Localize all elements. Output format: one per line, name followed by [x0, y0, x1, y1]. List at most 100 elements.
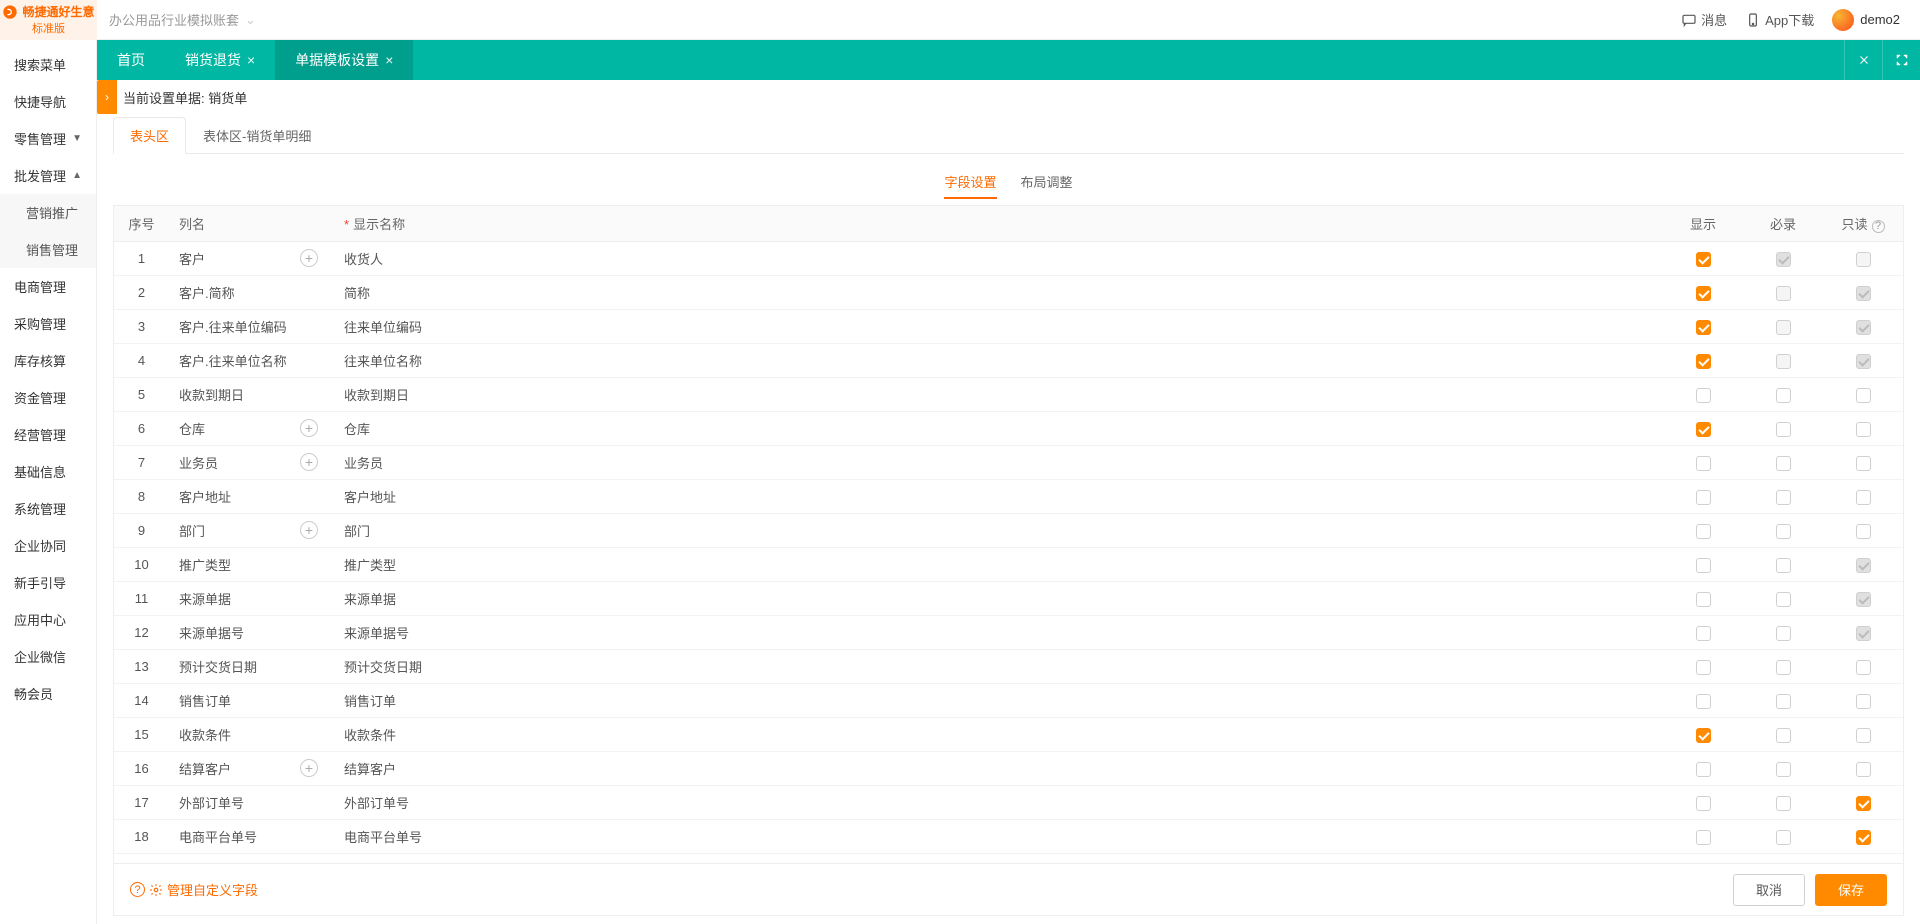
sidebar-item[interactable]: 应用中心 — [0, 601, 96, 638]
sidebar-item[interactable]: 新手引导 — [0, 564, 96, 601]
user-menu[interactable]: demo2 — [1832, 9, 1900, 31]
sidebar-item[interactable]: 系统管理 — [0, 490, 96, 527]
checkbox-readonly[interactable] — [1856, 456, 1871, 471]
checkbox-required[interactable] — [1776, 456, 1791, 471]
checkbox-required[interactable] — [1776, 592, 1791, 607]
checkbox-show[interactable] — [1696, 456, 1711, 471]
section-tab[interactable]: 表体区-销货单明细 — [186, 117, 328, 154]
add-sub-field-button[interactable]: + — [300, 521, 318, 539]
cell-display-name[interactable]: 来源单据号 — [334, 616, 1663, 650]
add-sub-field-button[interactable]: + — [300, 759, 318, 777]
cell-display-name[interactable]: 销售订单 — [334, 684, 1663, 718]
save-button[interactable]: 保存 — [1815, 874, 1887, 906]
checkbox-show[interactable] — [1696, 252, 1711, 267]
checkbox-show[interactable] — [1696, 490, 1711, 505]
sidebar-item[interactable]: 畅会员 — [0, 675, 96, 712]
checkbox-required[interactable] — [1776, 694, 1791, 709]
sidebar-subitem[interactable]: 销售管理 — [0, 231, 96, 268]
sidebar-item[interactable]: 批发管理▲ — [0, 157, 96, 194]
checkbox-show[interactable] — [1696, 524, 1711, 539]
tenant-select[interactable]: 办公用品行业模拟账套 ⌄ — [109, 10, 256, 29]
cell-display-name[interactable]: 往来单位名称 — [334, 344, 1663, 378]
cell-display-name[interactable]: 仓库 — [334, 412, 1663, 446]
checkbox-show[interactable] — [1696, 762, 1711, 777]
tab[interactable]: 首页 — [97, 40, 165, 80]
cancel-button[interactable]: 取消 — [1733, 874, 1805, 906]
checkbox-show[interactable] — [1696, 592, 1711, 607]
cell-display-name[interactable]: 收货人 — [334, 242, 1663, 276]
cell-display-name[interactable]: 业务员 — [334, 446, 1663, 480]
checkbox-readonly[interactable] — [1856, 830, 1871, 845]
section-tab[interactable]: 表头区 — [113, 117, 186, 154]
manage-custom-fields-link[interactable]: ? 管理自定义字段 — [130, 880, 258, 899]
checkbox-show[interactable] — [1696, 422, 1711, 437]
checkbox-show[interactable] — [1696, 796, 1711, 811]
sidebar-item[interactable]: 资金管理 — [0, 379, 96, 416]
checkbox-required[interactable] — [1776, 490, 1791, 505]
sidebar-item[interactable]: 基础信息 — [0, 453, 96, 490]
checkbox-readonly[interactable] — [1856, 422, 1871, 437]
checkbox-show[interactable] — [1696, 830, 1711, 845]
cell-display-name[interactable]: 外部订单号 — [334, 786, 1663, 820]
help-icon[interactable]: ? — [1872, 220, 1885, 233]
app-download-button[interactable]: App下载 — [1745, 10, 1814, 29]
close-all-tabs-button[interactable] — [1844, 40, 1882, 80]
add-sub-field-button[interactable]: + — [300, 453, 318, 471]
checkbox-required[interactable] — [1776, 830, 1791, 845]
checkbox-required[interactable] — [1776, 388, 1791, 403]
checkbox-readonly[interactable] — [1856, 762, 1871, 777]
checkbox-required[interactable] — [1776, 558, 1791, 573]
checkbox-required[interactable] — [1776, 660, 1791, 675]
sidebar-item[interactable]: 企业微信 — [0, 638, 96, 675]
sidebar-subitem[interactable]: 营销推广 — [0, 194, 96, 231]
checkbox-readonly[interactable] — [1856, 660, 1871, 675]
fullscreen-button[interactable] — [1882, 40, 1920, 80]
checkbox-readonly[interactable] — [1856, 796, 1871, 811]
checkbox-show[interactable] — [1696, 320, 1711, 335]
checkbox-required[interactable] — [1776, 796, 1791, 811]
sidebar-item[interactable]: 采购管理 — [0, 305, 96, 342]
checkbox-readonly[interactable] — [1856, 388, 1871, 403]
collapse-handle[interactable]: › — [97, 80, 117, 114]
checkbox-required[interactable] — [1776, 762, 1791, 777]
sidebar-item[interactable]: 快捷导航 — [0, 83, 96, 120]
checkbox-readonly[interactable] — [1856, 524, 1871, 539]
cell-display-name[interactable]: 推广类型 — [334, 548, 1663, 582]
tab-close-icon[interactable]: × — [247, 52, 255, 68]
cell-display-name[interactable]: 来源单据 — [334, 582, 1663, 616]
checkbox-show[interactable] — [1696, 354, 1711, 369]
checkbox-show[interactable] — [1696, 728, 1711, 743]
cell-display-name[interactable]: 预计交货日期 — [334, 650, 1663, 684]
sidebar-item[interactable]: 电商管理 — [0, 268, 96, 305]
checkbox-readonly[interactable] — [1856, 490, 1871, 505]
checkbox-show[interactable] — [1696, 558, 1711, 573]
tab-close-icon[interactable]: × — [385, 52, 393, 68]
cell-display-name[interactable]: 客户地址 — [334, 480, 1663, 514]
checkbox-show[interactable] — [1696, 388, 1711, 403]
mode-tab[interactable]: 布局调整 — [1021, 166, 1073, 199]
messages-button[interactable]: 消息 — [1681, 10, 1727, 29]
sidebar-item[interactable]: 经营管理 — [0, 416, 96, 453]
sidebar-item[interactable]: 搜索菜单 — [0, 46, 96, 83]
add-sub-field-button[interactable]: + — [300, 249, 318, 267]
cell-display-name[interactable]: 电商平台单号 — [334, 820, 1663, 854]
brand-block[interactable]: 畅捷通好生意 标准版 — [0, 0, 97, 40]
cell-display-name[interactable]: 简称 — [334, 276, 1663, 310]
checkbox-readonly[interactable] — [1856, 728, 1871, 743]
checkbox-required[interactable] — [1776, 728, 1791, 743]
checkbox-required[interactable] — [1776, 626, 1791, 641]
sidebar-item[interactable]: 库存核算 — [0, 342, 96, 379]
cell-display-name[interactable]: 部门 — [334, 514, 1663, 548]
sidebar-item[interactable]: 零售管理▼ — [0, 120, 96, 157]
checkbox-readonly[interactable] — [1856, 694, 1871, 709]
checkbox-required[interactable] — [1776, 524, 1791, 539]
sidebar-item[interactable]: 企业协同 — [0, 527, 96, 564]
checkbox-show[interactable] — [1696, 286, 1711, 301]
checkbox-show[interactable] — [1696, 626, 1711, 641]
checkbox-show[interactable] — [1696, 694, 1711, 709]
tab[interactable]: 销货退货× — [165, 40, 275, 80]
cell-display-name[interactable]: 收款条件 — [334, 718, 1663, 752]
add-sub-field-button[interactable]: + — [300, 419, 318, 437]
cell-display-name[interactable]: 往来单位编码 — [334, 310, 1663, 344]
cell-display-name[interactable]: 结算客户 — [334, 752, 1663, 786]
